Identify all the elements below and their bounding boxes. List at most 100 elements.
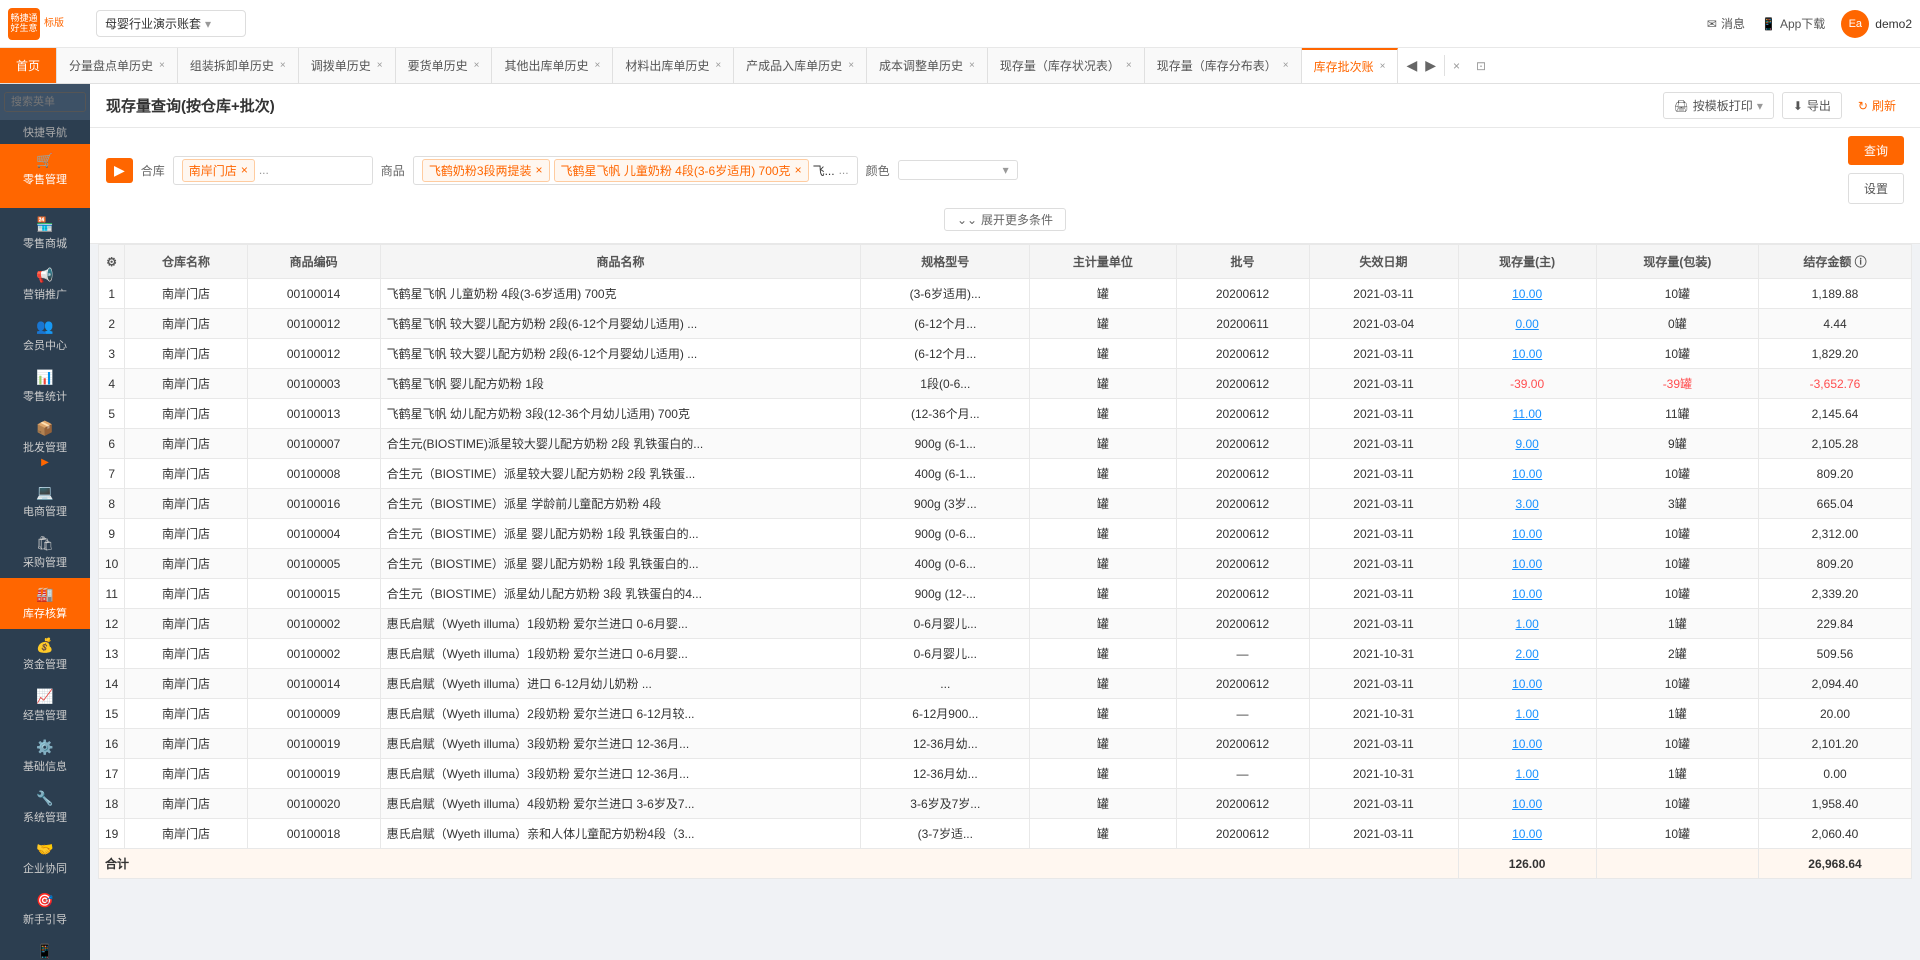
finance-icon: 💰	[36, 637, 53, 654]
cell-qty[interactable]: 2.00	[1458, 639, 1596, 669]
sidebar-item-marketing[interactable]: 📢 营销推广	[0, 259, 90, 310]
marketing-icon: 📢	[36, 267, 53, 284]
warehouse-filter-input[interactable]: 南岸门店 × ...	[173, 156, 373, 185]
close-icon[interactable]: ×	[969, 60, 975, 71]
color-filter-label: 颜色	[866, 162, 890, 179]
sidebar-item-operations[interactable]: 📈 经营管理	[0, 680, 90, 731]
sidebar-item-guide[interactable]: 🎯 新手引导	[0, 884, 90, 935]
query-button[interactable]: 查询	[1848, 136, 1904, 165]
cell-qty[interactable]: 10.00	[1458, 279, 1596, 309]
tab-close-all-button[interactable]: ×	[1445, 59, 1468, 73]
cell-qty[interactable]: 10.00	[1458, 459, 1596, 489]
print-button[interactable]: 🖨 按模板打印 ▾	[1663, 92, 1774, 119]
cell-qty[interactable]: 10.00	[1458, 579, 1596, 609]
refresh-button[interactable]: ↻ 刷新	[1850, 93, 1904, 118]
cell-warehouse: 南岸门店	[125, 729, 247, 759]
product-filter-input[interactable]: 飞鹤奶粉3段两提装 × 飞鹤星飞帆 儿童奶粉 4段(3-6岁适用) 700克 ×…	[413, 156, 858, 185]
product-tag-1-close[interactable]: ×	[536, 163, 543, 177]
cell-qty[interactable]: 10.00	[1458, 789, 1596, 819]
logo-area: 畅捷通好生意 标版	[8, 8, 88, 40]
sidebar-item-purchase[interactable]: 🛍 采购管理	[0, 527, 90, 578]
sidebar-item-basic[interactable]: ⚙️ 基础信息	[0, 731, 90, 782]
search-input[interactable]	[4, 92, 86, 112]
close-icon[interactable]: ×	[715, 60, 721, 71]
tab-settings-button[interactable]: ⊡	[1468, 59, 1494, 73]
cell-batch: —	[1176, 639, 1309, 669]
cell-qty[interactable]: 10.00	[1458, 519, 1596, 549]
sidebar-item-system[interactable]: 🔧 系统管理	[0, 782, 90, 833]
warehouse-tag-close[interactable]: ×	[241, 163, 248, 177]
close-icon[interactable]: ×	[280, 60, 286, 71]
cell-qty[interactable]: 0.00	[1458, 309, 1596, 339]
table-row: 1 南岸门店 00100014 飞鹤星飞帆 儿童奶粉 4段(3-6岁适用) 70…	[99, 279, 1912, 309]
settings-button[interactable]: 设置	[1848, 173, 1904, 204]
sidebar-item-member[interactable]: 👥 会员中心	[0, 310, 90, 361]
close-icon[interactable]: ×	[1126, 60, 1132, 71]
sidebar-item-mall[interactable]: 🏪 零售商城	[0, 208, 90, 259]
tab-diaob[interactable]: 调拨单历史 ×	[299, 48, 396, 84]
sidebar-item-apps[interactable]: 📱 应用中心	[0, 935, 90, 960]
tab-inventory-dist[interactable]: 现存量（库存分布表） ×	[1145, 48, 1302, 84]
filter-expand-button[interactable]: ▶	[106, 158, 133, 183]
tab-prev-button[interactable]: ◀	[1402, 55, 1421, 76]
cell-qty[interactable]: 1.00	[1458, 609, 1596, 639]
tab-home[interactable]: 首页	[0, 48, 57, 84]
close-icon[interactable]: ×	[1283, 60, 1289, 71]
cell-name: 飞鹤星飞帆 婴儿配方奶粉 1段	[380, 369, 861, 399]
tab-inventory-status[interactable]: 现存量（库存状况表） ×	[988, 48, 1145, 84]
cell-expiry: 2021-03-11	[1309, 459, 1458, 489]
tab-zuhe[interactable]: 组装拆卸单历史 ×	[178, 48, 299, 84]
cell-expiry: 2021-03-11	[1309, 519, 1458, 549]
tab-next-button[interactable]: ▶	[1421, 55, 1440, 76]
sidebar-item-retail[interactable]: 🛒 零售管理 ▶	[0, 144, 90, 208]
cell-qty[interactable]: 1.00	[1458, 759, 1596, 789]
cell-qty[interactable]: 9.00	[1458, 429, 1596, 459]
cell-name: 合生元（BIOSTIME）派星 婴儿配方奶粉 1段 乳铁蛋白的...	[380, 549, 861, 579]
export-button[interactable]: ⬇ 导出	[1782, 92, 1842, 119]
cell-warehouse: 南岸门店	[125, 699, 247, 729]
sidebar-item-collab[interactable]: 🤝 企业协同	[0, 833, 90, 884]
account-selector[interactable]: 母婴行业演示账套 ▾	[96, 10, 246, 37]
cell-qty[interactable]: 10.00	[1458, 729, 1596, 759]
cell-qty[interactable]: -39.00	[1458, 369, 1596, 399]
close-icon[interactable]: ×	[474, 60, 480, 71]
table-area[interactable]: ⚙ 仓库名称 商品编码 商品名称 规格型号 主计量单位 批号 失效日期 现存量(…	[90, 244, 1920, 960]
sidebar-item-retail-stats[interactable]: 📊 零售统计	[0, 361, 90, 412]
cell-qty-pkg: 10罐	[1596, 729, 1758, 759]
cell-qty[interactable]: 11.00	[1458, 399, 1596, 429]
close-icon[interactable]: ×	[159, 60, 165, 71]
message-button[interactable]: ✉ 消息	[1707, 15, 1745, 32]
wholesale-icon: 📦	[36, 420, 53, 437]
sidebar-item-wholesale[interactable]: 📦 批发管理 ▶	[0, 412, 90, 476]
user-area[interactable]: Ea demo2	[1841, 10, 1912, 38]
sidebar-item-finance[interactable]: 💰 资金管理	[0, 629, 90, 680]
close-icon[interactable]: ×	[594, 60, 600, 71]
tab-product-in[interactable]: 产成品入库单历史 ×	[734, 48, 867, 84]
tab-yaohuo[interactable]: 要货单历史 ×	[396, 48, 493, 84]
tab-label: 要货单历史	[408, 57, 468, 74]
th-settings[interactable]: ⚙	[99, 245, 125, 279]
sidebar-item-inventory[interactable]: 🏭 库存核算	[0, 578, 90, 629]
close-icon[interactable]: ×	[377, 60, 383, 71]
cell-qty[interactable]: 10.00	[1458, 339, 1596, 369]
cell-unit: 罐	[1030, 609, 1176, 639]
color-filter-input[interactable]: ▾	[898, 160, 1018, 180]
tab-fenpan[interactable]: 分量盘点单历史 ×	[57, 48, 178, 84]
cell-expiry: 2021-03-11	[1309, 489, 1458, 519]
cell-spec: (12-36个月...	[861, 399, 1030, 429]
tab-other-out[interactable]: 其他出库单历史 ×	[492, 48, 613, 84]
tab-cost-adj[interactable]: 成本调整单历史 ×	[867, 48, 988, 84]
cell-qty[interactable]: 10.00	[1458, 669, 1596, 699]
close-icon[interactable]: ×	[1380, 61, 1386, 72]
expand-more-button[interactable]: ⌄⌄ 展开更多条件	[944, 208, 1066, 231]
app-download-button[interactable]: 📱 App下载	[1761, 15, 1825, 32]
cell-qty[interactable]: 1.00	[1458, 699, 1596, 729]
cell-qty[interactable]: 10.00	[1458, 549, 1596, 579]
tab-inventory-batch[interactable]: 库存批次账 ×	[1302, 48, 1399, 84]
tab-material-out[interactable]: 材料出库单历史 ×	[613, 48, 734, 84]
cell-qty[interactable]: 10.00	[1458, 819, 1596, 849]
product-tag-2-close[interactable]: ×	[795, 163, 802, 177]
sidebar-item-ecommerce[interactable]: 💻 电商管理	[0, 476, 90, 527]
cell-qty[interactable]: 3.00	[1458, 489, 1596, 519]
close-icon[interactable]: ×	[848, 60, 854, 71]
